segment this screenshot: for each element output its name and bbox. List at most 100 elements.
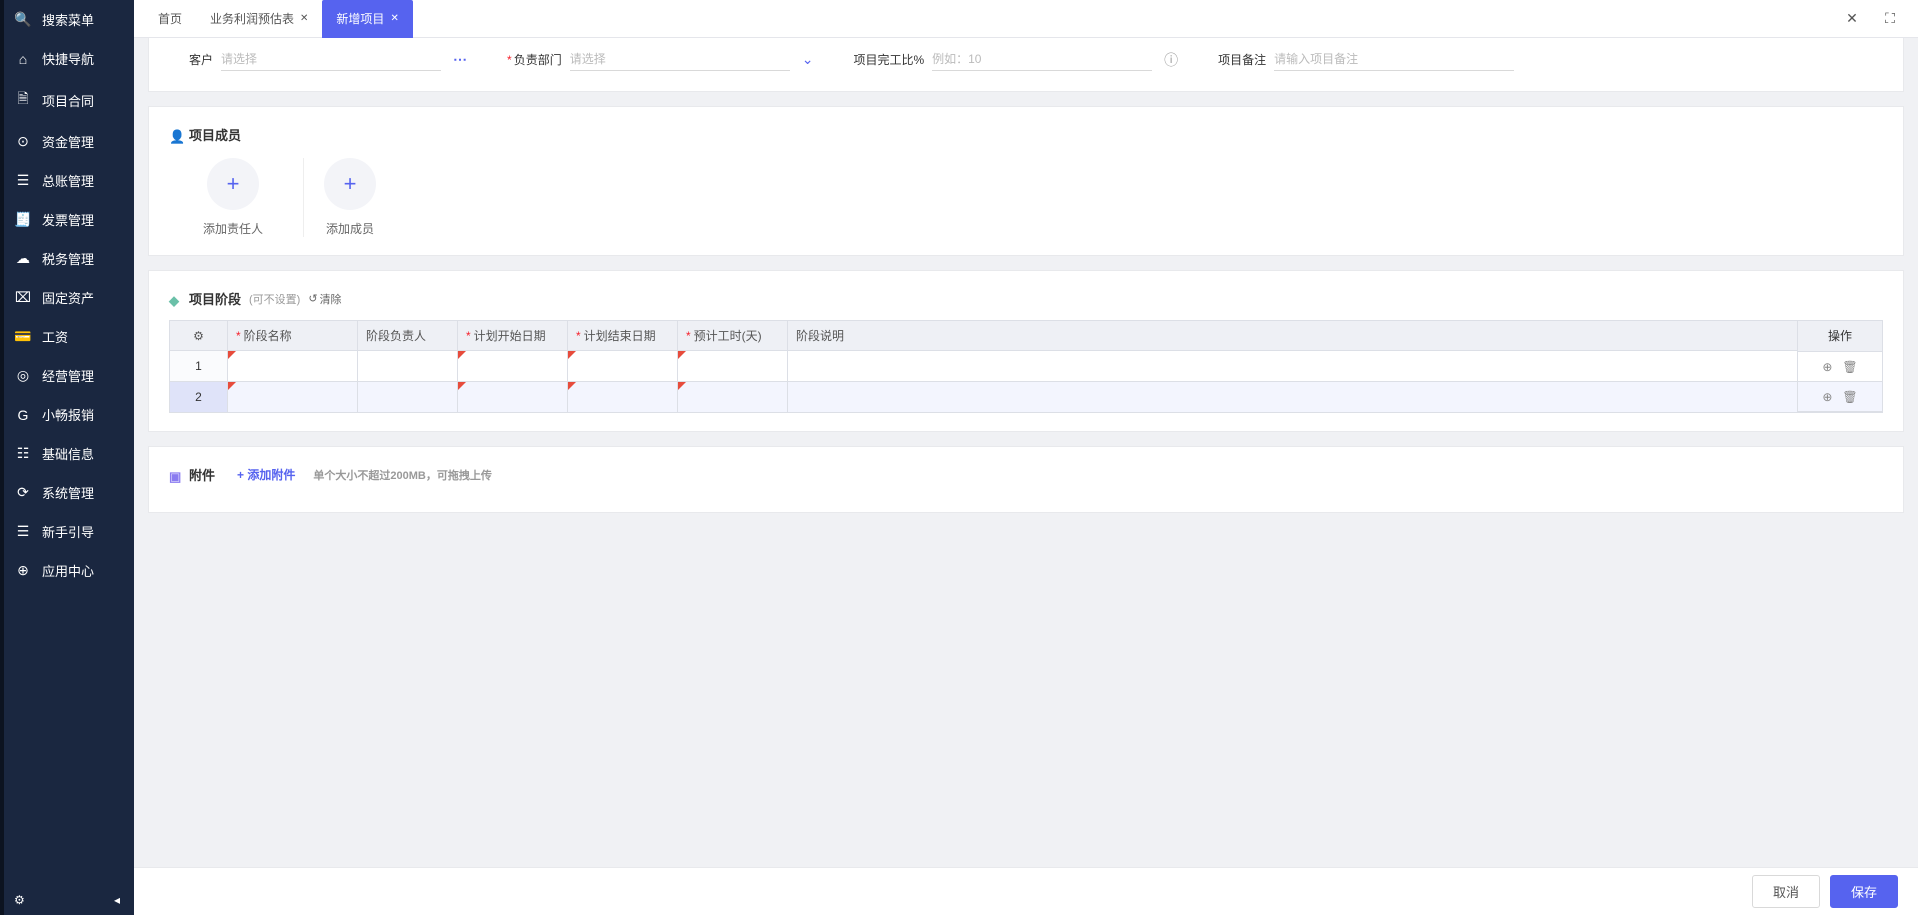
add-row-icon[interactable]: ⊕ <box>1822 360 1832 374</box>
cell-start[interactable] <box>458 351 568 382</box>
input-complete-pct[interactable] <box>932 48 1152 71</box>
sidebar-edge <box>0 0 4 915</box>
main-area: 客户 ⋯ *负责部门 ⌄ 项目完工比% ⓘ 项目备注 👤 项目成员 + 添加责任 <box>134 38 1918 867</box>
sidebar-item-label: 税务管理 <box>42 249 94 268</box>
col-hours: 预计工时(天) <box>678 321 788 351</box>
cell-end[interactable] <box>568 351 678 382</box>
cell-name[interactable] <box>228 351 358 382</box>
help-icon[interactable]: ⓘ <box>1164 50 1178 70</box>
sidebar-icon: ☰ <box>14 523 32 540</box>
sidebar-item-3[interactable]: ⊙ 资金管理 <box>0 122 134 161</box>
sidebar-icon: 🔍 <box>14 11 32 28</box>
delete-row-icon[interactable]: 🗑 <box>1842 390 1857 404</box>
tab-close-icon[interactable]: ✕ <box>390 13 398 24</box>
sidebar-item-label: 项目合同 <box>42 91 94 110</box>
cell-end[interactable] <box>568 382 678 413</box>
sidebar-item-0[interactable]: 🔍 搜索菜单 <box>0 0 134 39</box>
tab-1[interactable]: 业务利润预估表 ✕ <box>196 0 322 38</box>
section-title-phases: ◆ 项目阶段 (可不设置) ↺清除 <box>169 289 1883 308</box>
cancel-button[interactable]: 取消 <box>1752 875 1820 908</box>
section-attachments: ▣ 附件 + 添加附件 单个大小不超过200MB，可拖拽上传 <box>148 446 1904 513</box>
sidebar-item-label: 快捷导航 <box>42 49 94 68</box>
field-department: *负责部门 ⌄ <box>507 48 813 71</box>
sidebar-icon: ⟳ <box>14 484 32 501</box>
sidebar-item-label: 基础信息 <box>42 444 94 463</box>
add-member-button[interactable]: + <box>324 158 376 210</box>
tab-0[interactable]: 首页 <box>144 0 196 38</box>
cell-desc[interactable] <box>788 351 1798 382</box>
ops-row: ⊕ 🗑 <box>1798 352 1882 382</box>
row-index: 1 <box>170 351 228 382</box>
sidebar-icon: ☁ <box>14 250 32 267</box>
add-attachment-button[interactable]: + 添加附件 <box>237 466 295 483</box>
sidebar-item-12[interactable]: ⟳ 系统管理 <box>0 473 134 512</box>
fullscreen-icon[interactable]: ⛶ <box>1878 7 1902 31</box>
collapse-icon[interactable]: ◂ <box>114 893 120 907</box>
topbar-right: ✕ ⛶ <box>1840 7 1908 31</box>
sidebar-icon: 🗎 <box>14 88 32 112</box>
sidebar-icon: G <box>14 407 32 423</box>
ops-column: 操作 ⊕ 🗑⊕ 🗑 <box>1797 320 1883 413</box>
input-department[interactable] <box>570 48 790 71</box>
cell-hours[interactable] <box>678 382 788 413</box>
cell-desc[interactable] <box>788 382 1798 413</box>
tab-bar: 首页业务利润预估表 ✕ 新增项目 ✕ ✕ ⛶ <box>134 0 1918 38</box>
sidebar-item-10[interactable]: G 小畅报销 <box>0 395 134 434</box>
table-row[interactable]: 1 <box>170 351 1798 382</box>
chevron-down-icon[interactable]: ⌄ <box>802 51 814 68</box>
save-button[interactable]: 保存 <box>1830 875 1898 908</box>
attachment-hint: 单个大小不超过200MB，可拖拽上传 <box>313 467 491 483</box>
cell-owner[interactable] <box>358 382 458 413</box>
section-title-attachments: ▣ 附件 + 添加附件 单个大小不超过200MB，可拖拽上传 <box>169 465 1883 484</box>
sidebar-item-1[interactable]: ⌂ 快捷导航 <box>0 39 134 78</box>
sidebar-item-label: 经营管理 <box>42 366 94 385</box>
more-icon[interactable]: ⋯ <box>453 51 467 68</box>
add-owner-button[interactable]: + <box>207 158 259 210</box>
sidebar-item-label: 系统管理 <box>42 483 94 502</box>
cell-hours[interactable] <box>678 351 788 382</box>
ops-row: ⊕ 🗑 <box>1798 382 1882 412</box>
sidebar-icon: ⊕ <box>14 562 32 579</box>
clear-link[interactable]: ↺清除 <box>308 291 341 307</box>
sidebar-item-label: 工资 <box>42 327 68 346</box>
col-gear[interactable]: ⚙ <box>170 321 228 351</box>
folder-icon: ▣ <box>169 469 181 481</box>
title-text: 项目阶段 <box>189 289 241 308</box>
phase-table: ⚙ 阶段名称 阶段负责人 计划开始日期 计划结束日期 预计工时(天) 阶段说明 … <box>169 320 1798 413</box>
sidebar-item-9[interactable]: ◎ 经营管理 <box>0 356 134 395</box>
close-icon[interactable]: ✕ <box>1840 7 1864 31</box>
tab-label: 新增项目 <box>336 10 384 27</box>
sidebar-item-6[interactable]: ☁ 税务管理 <box>0 239 134 278</box>
input-customer[interactable] <box>221 48 441 71</box>
table-row[interactable]: 2 <box>170 382 1798 413</box>
undo-icon: ↺ <box>308 292 317 305</box>
sidebar-item-2[interactable]: 🗎 项目合同 <box>0 78 134 122</box>
person-icon: 👤 <box>169 129 181 141</box>
row-index: 2 <box>170 382 228 413</box>
tab-close-icon[interactable]: ✕ <box>300 13 308 24</box>
tab-label: 业务利润预估表 <box>210 10 294 27</box>
input-remark[interactable] <box>1274 48 1514 71</box>
sidebar-item-14[interactable]: ⊕ 应用中心 <box>0 551 134 590</box>
field-complete-pct: 项目完工比% ⓘ <box>853 48 1178 71</box>
col-start: 计划开始日期 <box>458 321 568 351</box>
sidebar-item-13[interactable]: ☰ 新手引导 <box>0 512 134 551</box>
sidebar-item-4[interactable]: ☰ 总账管理 <box>0 161 134 200</box>
sidebar-item-label: 搜索菜单 <box>42 10 94 29</box>
sidebar-item-7[interactable]: ⌧ 固定资产 <box>0 278 134 317</box>
sidebar-item-5[interactable]: 🧾 发票管理 <box>0 200 134 239</box>
sidebar-item-11[interactable]: ☷ 基础信息 <box>0 434 134 473</box>
sidebar-icon: ⊙ <box>14 133 32 150</box>
section-members: 👤 项目成员 + 添加责任人 + 添加成员 <box>148 106 1904 256</box>
cell-name[interactable] <box>228 382 358 413</box>
section-title-members: 👤 项目成员 <box>169 125 1883 144</box>
tab-2[interactable]: 新增项目 ✕ <box>322 0 412 38</box>
sidebar-item-8[interactable]: 💳 工资 <box>0 317 134 356</box>
settings-icon[interactable]: ⚙ <box>14 893 25 907</box>
cell-owner[interactable] <box>358 351 458 382</box>
delete-row-icon[interactable]: 🗑 <box>1842 360 1857 374</box>
add-row-icon[interactable]: ⊕ <box>1822 390 1832 404</box>
sidebar-item-label: 新手引导 <box>42 522 94 541</box>
cell-start[interactable] <box>458 382 568 413</box>
gear-icon: ⚙ <box>193 329 204 343</box>
